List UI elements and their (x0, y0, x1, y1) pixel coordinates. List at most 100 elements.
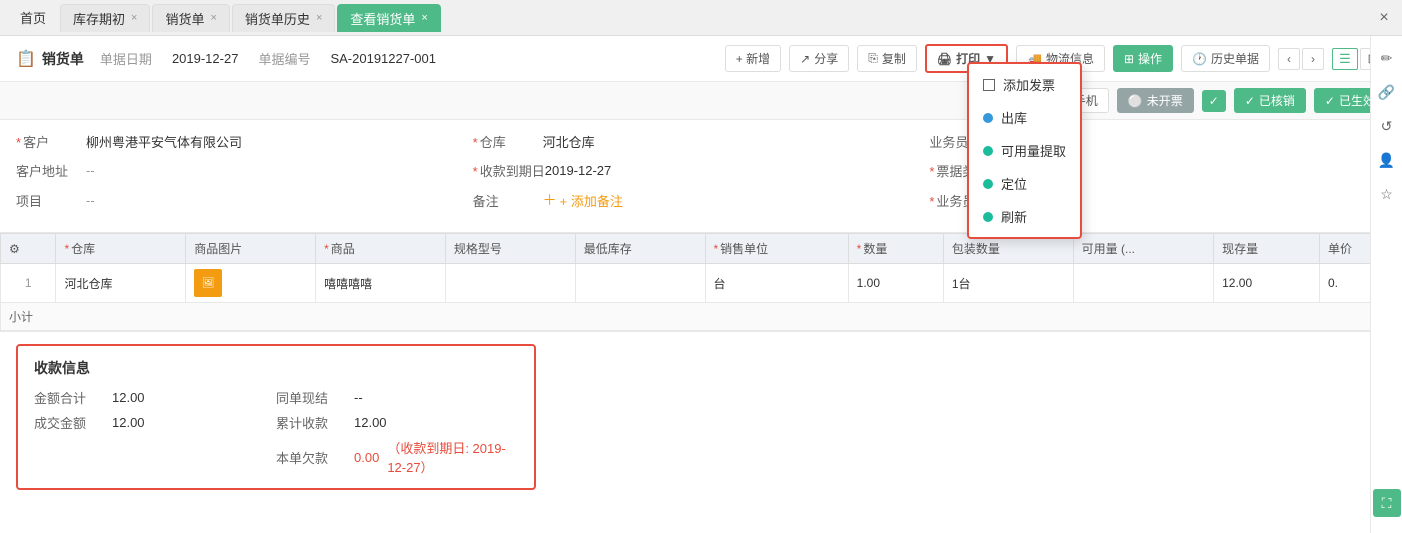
due-date-group: 收款到期日 2019-12-27 (473, 161, 930, 180)
operations-button[interactable]: ⊞ 操作 (1113, 45, 1173, 72)
row-warehouse: 河北仓库 (56, 264, 186, 303)
locate-label: 定位 (1001, 174, 1027, 193)
sidebar-edit-icon[interactable]: ✏ (1373, 44, 1401, 72)
add-note-plus-icon: ＋ (543, 190, 557, 210)
sidebar-user-icon[interactable]: 👤 (1373, 146, 1401, 174)
sidebar-link-icon[interactable]: 🔗 (1373, 78, 1401, 106)
share-icon: ↗ (800, 52, 810, 66)
new-label: + 新增 (736, 50, 770, 67)
col-product-img: 商品图片 (186, 234, 316, 264)
add-invoice-icon (983, 79, 995, 91)
dropdown-available-qty[interactable]: 可用量提取 (969, 134, 1080, 167)
table-wrapper: ⚙ 仓库 商品图片 商品 规格型号 最低库存 销售单位 数量 包装数量 可用量 … (0, 233, 1402, 332)
col-spec: 规格型号 (445, 234, 575, 264)
tab-history-close[interactable]: × (316, 12, 322, 24)
right-sidebar: ✏ 🔗 ↺ 👤 ☆ ⛶ (1370, 36, 1402, 533)
effective-check-icon: ✓ (1325, 94, 1335, 108)
col-min-stock: 最低库存 (575, 234, 705, 264)
payment-deal-value: 12.00 (112, 415, 145, 430)
share-button[interactable]: ↗ 分享 (789, 45, 849, 72)
tab-home-label: 首页 (20, 8, 46, 27)
share-label: 分享 (814, 50, 838, 67)
doc-title-text: 销货单 (42, 49, 84, 69)
nav-next[interactable]: › (1302, 48, 1324, 70)
payment-owed-label: 本单欠款 (276, 448, 346, 467)
payment-section: 收款信息 金额合计 12.00 同单现结 -- 成交金额 12.00 累计收款 … (16, 344, 536, 490)
customer-group: 客户 柳州粤港平安气体有限公司 (16, 132, 473, 151)
sold-check-icon: ✓ (1245, 94, 1255, 108)
project-value: -- (86, 193, 95, 208)
tab-inventory-close[interactable]: × (131, 12, 137, 24)
doc-title-icon: 📋 (16, 49, 36, 69)
note-label: 备注 (473, 191, 543, 210)
customer-label: 客户 (16, 132, 86, 151)
payment-title: 收款信息 (34, 358, 518, 378)
history-button[interactable]: 🕐 历史单据 (1181, 45, 1270, 72)
dropdown-refresh[interactable]: 刷新 (969, 200, 1080, 233)
col-qty: 数量 (848, 234, 943, 264)
not-open-button[interactable]: ⚪ 未开票 (1117, 88, 1194, 113)
main-content: 📋 销货单 单据日期 2019-12-27 单据编号 SA-20191227-0… (0, 36, 1402, 533)
copy-button[interactable]: ⎘ 复制 (857, 45, 917, 72)
payment-cumulative-row: 累计收款 12.00 (276, 413, 518, 432)
nav-prev[interactable]: ‹ (1278, 48, 1300, 70)
sidebar-expand-icon[interactable]: ⛶ (1373, 489, 1401, 517)
add-invoice-label: 添加发票 (1003, 75, 1055, 94)
window-close-button[interactable]: × (1374, 8, 1394, 28)
dropdown-add-invoice[interactable]: 添加发票 (969, 68, 1080, 101)
payment-same-order-label: 同单现结 (276, 388, 346, 407)
not-open-label: 未开票 (1147, 92, 1183, 109)
payment-total-label: 金额合计 (34, 388, 104, 407)
dropdown-locate[interactable]: 定位 (969, 167, 1080, 200)
payment-total-value: 12.00 (112, 390, 145, 405)
tab-sales-close[interactable]: × (210, 12, 216, 24)
tab-inventory-init[interactable]: 库存期初 × (60, 4, 150, 32)
row-product: 嘻嘻嘻嘻 (316, 264, 446, 303)
payment-deal-label: 成交金额 (34, 413, 104, 432)
address-value: -- (86, 163, 95, 178)
row-min-stock (575, 264, 705, 303)
row-num: 1 (1, 264, 56, 303)
print-icon: 🖨 (937, 52, 952, 66)
note-group: 备注 ＋ + 添加备注 (473, 190, 930, 210)
col-current-stock: 现存量 (1214, 234, 1320, 264)
payment-grid: 金额合计 12.00 同单现结 -- 成交金额 12.00 累计收款 12.00… (34, 388, 518, 476)
view-list[interactable]: ☰ (1332, 48, 1358, 70)
sold-button[interactable]: ✓ 已核销 (1234, 88, 1306, 113)
warehouse-value: 河北仓库 (543, 132, 595, 151)
warehouse-group: 仓库 河北仓库 (473, 132, 930, 151)
sidebar-refresh-icon[interactable]: ↺ (1373, 112, 1401, 140)
table-header-row: ⚙ 仓库 商品图片 商品 规格型号 最低库存 销售单位 数量 包装数量 可用量 … (1, 234, 1402, 264)
project-label: 项目 (16, 191, 86, 210)
tab-view-close[interactable]: × (421, 12, 427, 24)
doc-number-value: SA-20191227-001 (330, 51, 436, 66)
payment-cumulative-value: 12.00 (354, 415, 387, 430)
tab-sales-order[interactable]: 销货单 × (152, 4, 229, 32)
refresh-icon (983, 212, 993, 222)
col-unit: 销售单位 (705, 234, 848, 264)
new-button[interactable]: + 新增 (725, 45, 781, 72)
due-date-value: 2019-12-27 (545, 163, 612, 178)
doc-number-label: 单据编号 (258, 49, 310, 68)
status-row: 📱 来自手机 ⚪ 未开票 ✓ ✓ 已核销 ✓ 已生效 (0, 82, 1402, 120)
payment-owed-note: （收款到期日: 2019-12-27） (387, 438, 518, 476)
gear-icon: ⚙ (9, 242, 20, 256)
tab-view-sales[interactable]: 查看销货单 × (337, 4, 440, 32)
col-warehouse: 仓库 (56, 234, 186, 264)
history-icon: 🕐 (1192, 52, 1207, 66)
tab-sales-history[interactable]: 销货单历史 × (232, 4, 335, 32)
add-note-button[interactable]: ＋ + 添加备注 (543, 190, 623, 210)
sidebar-star-icon[interactable]: ☆ (1373, 180, 1401, 208)
payment-owed-value: 0.00 (354, 450, 379, 465)
col-available: 可用量 (... (1073, 234, 1213, 264)
confirm-icon-button[interactable]: ✓ (1202, 90, 1226, 112)
dropdown-outbound[interactable]: 出库 (969, 101, 1080, 134)
payment-cumulative-label: 累计收款 (276, 413, 346, 432)
tab-home[interactable]: 首页 (8, 4, 58, 32)
available-qty-icon (983, 146, 993, 156)
available-qty-label: 可用量提取 (1001, 141, 1066, 160)
col-settings[interactable]: ⚙ (1, 234, 56, 264)
subtotal-row: 小计 (1, 303, 1402, 331)
tab-sales-label: 销货单 (165, 9, 204, 28)
payment-owed-row: 本单欠款 0.00 （收款到期日: 2019-12-27） (276, 438, 518, 476)
